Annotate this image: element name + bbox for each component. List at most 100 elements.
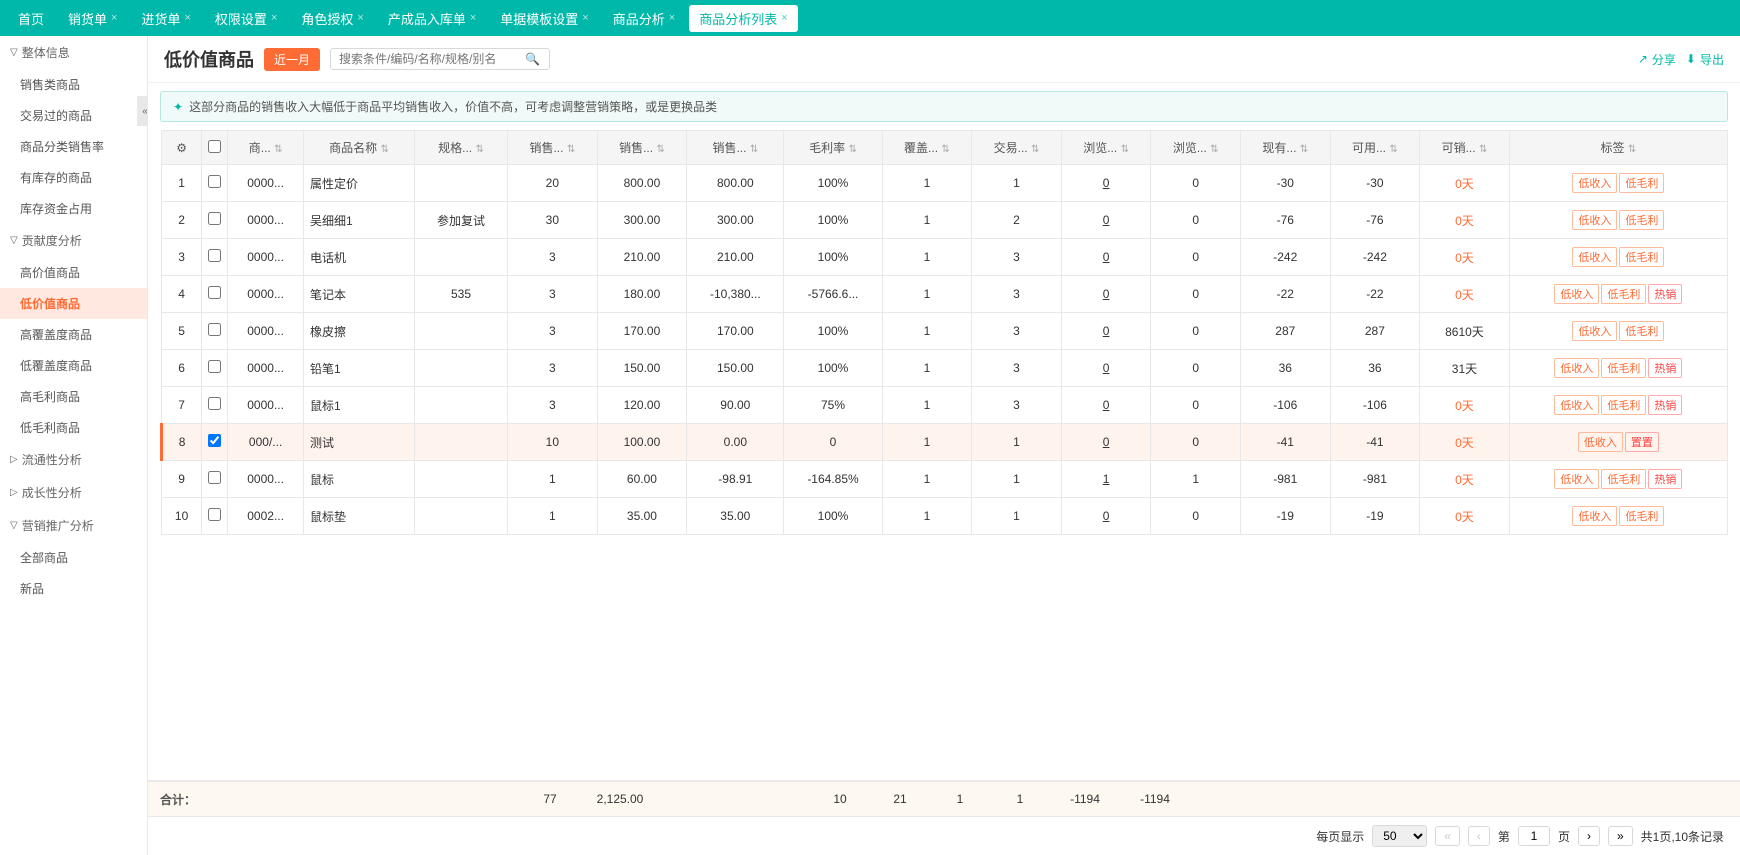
summary-cell-blank1 [280,790,360,808]
sidebar-item-sales-products[interactable]: 销售类商品 [0,69,147,100]
sidebar-item-stocked-products[interactable]: 有库存的商品 [0,162,147,193]
nav-template-settings[interactable]: 单据模板设置 × [490,5,598,32]
sidebar-item-high-coverage[interactable]: 高覆盖度商品 [0,319,147,350]
nav-close-sales[interactable]: × [111,12,117,24]
nav-close-product-storage[interactable]: × [470,12,476,24]
share-button[interactable]: ↗ 分享 [1638,51,1676,68]
nav-purchase-order[interactable]: 进货单 × [131,5,200,32]
export-button[interactable]: ⬇ 导出 [1686,51,1724,68]
time-filter-button[interactable]: 近一月 [264,48,320,71]
cell-checkbox[interactable] [202,202,228,239]
cell-checkbox[interactable] [202,276,228,313]
sidebar-item-high-value[interactable]: 高价值商品 [0,257,147,288]
nav-product-analysis-list[interactable]: 商品分析列表 × [689,5,797,32]
nav-home[interactable]: 首页 [8,5,54,32]
footer-summary: 合计： 77 2,125.00 10 21 1 1 -1194 -1194 [148,780,1740,816]
row-checkbox[interactable] [208,175,221,188]
nav-product-analysis[interactable]: 商品分析 × [603,5,685,32]
nav-permissions[interactable]: 权限设置 × [205,5,287,32]
row-checkbox[interactable] [208,397,221,410]
col-coverage[interactable]: 覆盖... ⇅ [882,131,972,165]
search-icon[interactable]: 🔍 [525,52,540,66]
sidebar-collapse-button[interactable]: « [137,96,148,126]
nav-close-product-analysis-list[interactable]: × [781,12,787,24]
cell-checkbox[interactable] [202,239,228,276]
nav-close-permissions[interactable]: × [271,12,277,24]
col-settings[interactable]: ⚙ [162,131,202,165]
row-checkbox[interactable] [208,434,221,447]
page-size-label: 每页显示 [1316,828,1364,845]
sidebar-item-new-products[interactable]: 新品 [0,573,147,604]
next-page-button[interactable]: › [1578,826,1600,846]
sidebar-item-high-margin[interactable]: 高毛利商品 [0,381,147,412]
row-checkbox[interactable] [208,212,221,225]
col-tags[interactable]: 标签 ⇅ [1509,131,1727,165]
col-spec[interactable]: 规格... ⇅ [414,131,507,165]
select-all-checkbox[interactable] [208,140,221,153]
col-available-stock[interactable]: 可用... ⇅ [1330,131,1420,165]
sidebar-section-overall[interactable]: ▽ 整体信息 [0,36,147,69]
last-page-button[interactable]: » [1608,826,1633,846]
col-gross-margin[interactable]: 毛利率 ⇅ [784,131,882,165]
nav-product-storage[interactable]: 产成品入库单 × [378,5,486,32]
col-name[interactable]: 商品名称 ⇅ [304,131,415,165]
cell-checkbox[interactable] [202,387,228,424]
sidebar-section-contribution[interactable]: ▽ 贡献度分析 [0,224,147,257]
sidebar-section-circulation[interactable]: ▷ 流通性分析 [0,443,147,476]
cell-transaction: 1 [972,424,1062,461]
row-checkbox[interactable] [208,323,221,336]
sidebar-item-traded-products[interactable]: 交易过的商品 [0,100,147,131]
nav-close-role-auth[interactable]: × [357,12,363,24]
first-page-button[interactable]: « [1435,826,1460,846]
col-views1[interactable]: 浏览... ⇅ [1061,131,1151,165]
cell-checkbox[interactable] [202,461,228,498]
nav-close-purchase[interactable]: × [184,12,190,24]
search-input[interactable] [339,52,519,66]
cell-checkbox[interactable] [202,498,228,535]
col-sellable[interactable]: 可销... ⇅ [1420,131,1510,165]
col-sales-amount[interactable]: 销售... ⇅ [687,131,784,165]
col-code[interactable]: 商... ⇅ [228,131,304,165]
sidebar-section-growth[interactable]: ▷ 成长性分析 [0,476,147,509]
sidebar-item-low-margin[interactable]: 低毛利商品 [0,412,147,443]
sidebar-item-all-products[interactable]: 全部商品 [0,542,147,573]
cell-sales-amount: 210.00 [687,239,784,276]
cell-spec: 参加复试 [414,202,507,239]
col-sales-qty[interactable]: 销售... ⇅ [508,131,598,165]
sidebar-item-low-value[interactable]: 低价值商品 [0,288,147,319]
cell-sales-qty: 30 [508,202,598,239]
sidebar-section-marketing[interactable]: ▽ 营销推广分析 [0,509,147,542]
nav-close-product-analysis[interactable]: × [669,12,675,24]
page-number-input[interactable] [1518,826,1550,846]
cell-checkbox[interactable] [202,313,228,350]
col-select-all[interactable] [202,131,228,165]
sidebar-item-category-sales-rate[interactable]: 商品分类销售率 [0,131,147,162]
col-transaction[interactable]: 交易... ⇅ [972,131,1062,165]
cell-views1: 0 [1061,350,1151,387]
cell-checkbox[interactable] [202,424,228,461]
col-views2[interactable]: 浏览... ⇅ [1151,131,1241,165]
cell-available-stock: -22 [1330,276,1420,313]
row-checkbox[interactable] [208,471,221,484]
sidebar-item-inventory-capital[interactable]: 库存资金占用 [0,193,147,224]
col-sales-price[interactable]: 销售... ⇅ [597,131,687,165]
row-checkbox[interactable] [208,508,221,521]
sidebar-item-low-coverage[interactable]: 低覆盖度商品 [0,350,147,381]
notice-text: 这部分商品的销售收入大幅低于商品平均销售收入，价值不高，可考虑调整营销策略，或是… [189,98,717,115]
page-size-select[interactable]: 50 100 [1372,825,1427,847]
cell-views1: 0 [1061,424,1151,461]
cell-checkbox[interactable] [202,165,228,202]
col-current-stock[interactable]: 现有... ⇅ [1240,131,1330,165]
product-tag: 低收入 [1578,432,1623,452]
row-checkbox[interactable] [208,249,221,262]
cell-checkbox[interactable] [202,350,228,387]
cell-sales-amount: 0.00 [687,424,784,461]
row-checkbox[interactable] [208,286,221,299]
cell-name: 笔记本 [304,276,415,313]
row-checkbox[interactable] [208,360,221,373]
prev-page-button[interactable]: ‹ [1468,826,1490,846]
nav-role-auth[interactable]: 角色授权 × [291,5,373,32]
nav-sales-order[interactable]: 销货单 × [58,5,127,32]
section-arrow-circulation: ▷ [10,454,18,465]
nav-close-template[interactable]: × [582,12,588,24]
